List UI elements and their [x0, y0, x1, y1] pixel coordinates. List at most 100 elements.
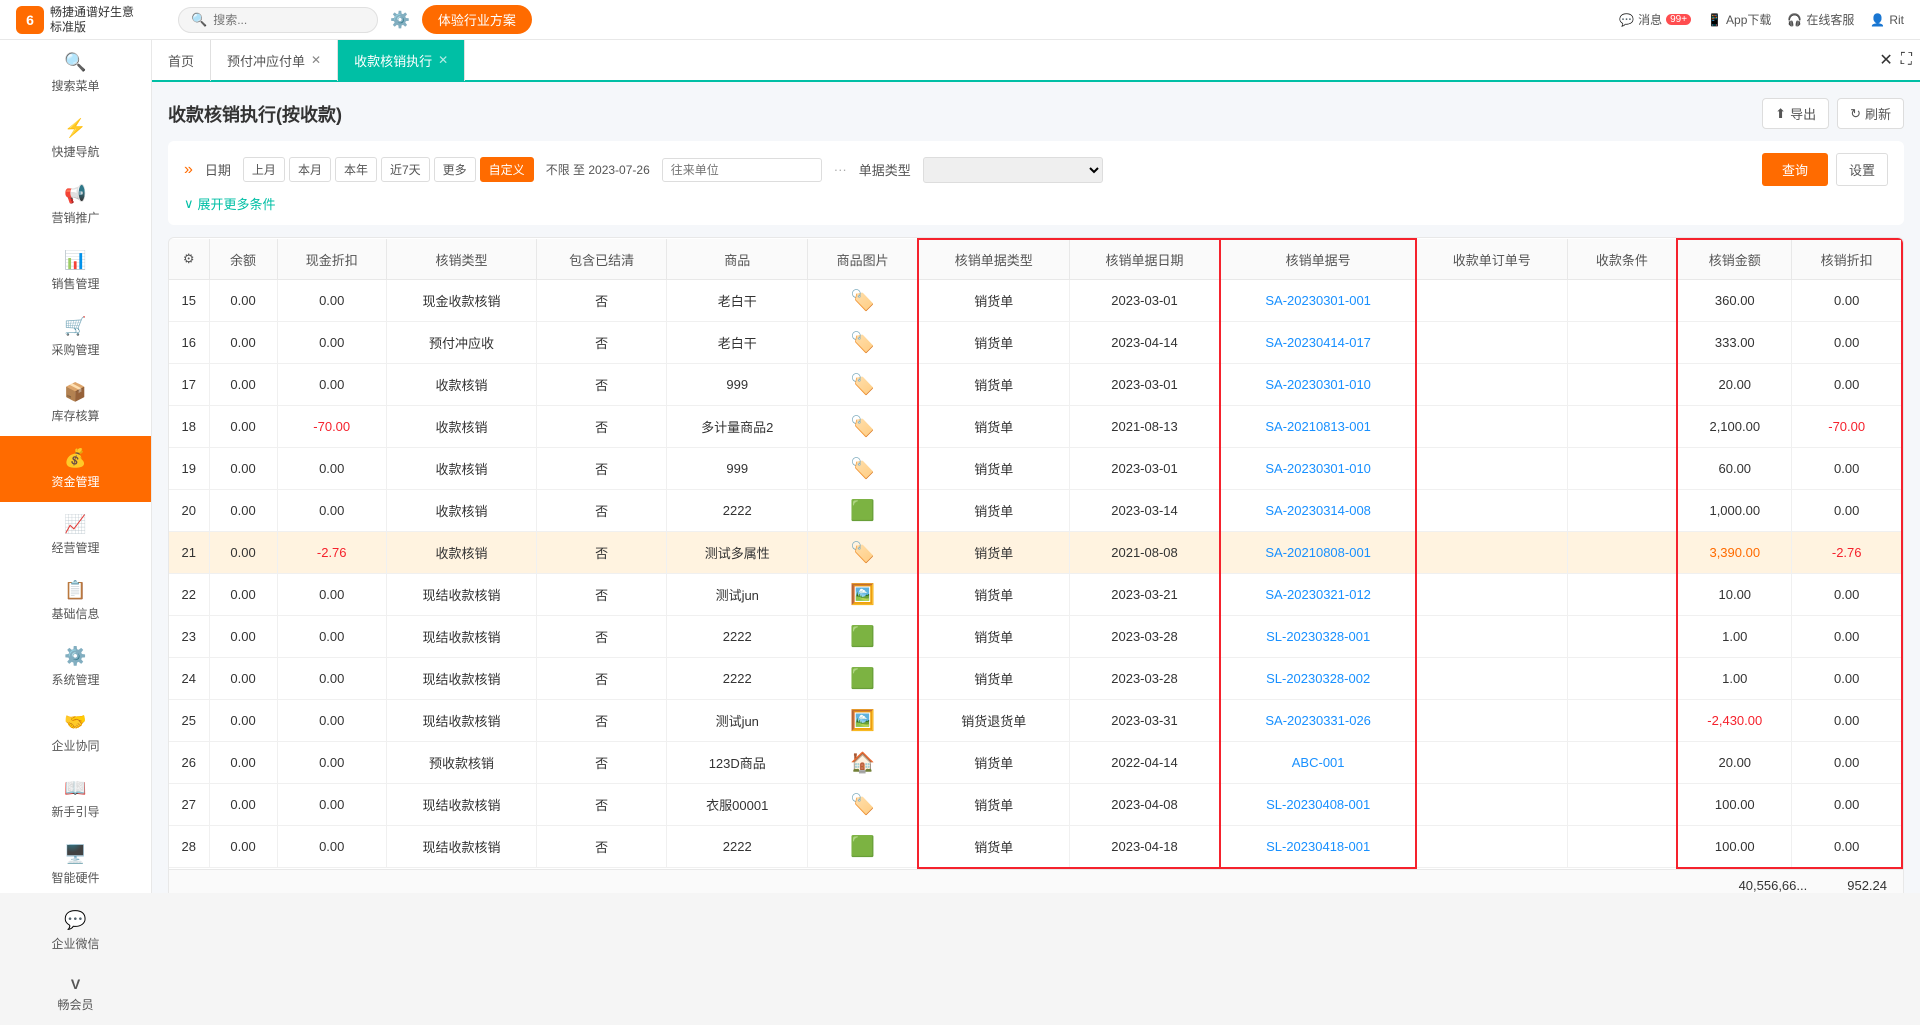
- sidebar-item-marketing[interactable]: 📢 营销推广: [0, 172, 151, 238]
- cell-cancel-bill-type: 销货单: [918, 658, 1069, 700]
- cell-goods-img: 🖼️: [808, 574, 918, 616]
- cell-cancel-discount: 0.00: [1792, 574, 1902, 616]
- date-btn-more[interactable]: 更多: [434, 157, 476, 182]
- cell-cancel-bill-no[interactable]: SA-20230314-008: [1220, 490, 1416, 532]
- user-info[interactable]: 👤 Rit: [1870, 13, 1904, 27]
- cell-id: 19: [169, 448, 209, 490]
- cell-include-settled: 否: [537, 280, 667, 322]
- cell-goods: 999: [667, 364, 808, 406]
- sidebar-item-label: 企业协同: [51, 737, 99, 754]
- sidebar-item-base-info[interactable]: 📋 基础信息: [0, 568, 151, 634]
- sidebar-item-wechat[interactable]: 💬 企业微信: [0, 898, 151, 964]
- cell-cancel-bill-no[interactable]: SA-20210808-001: [1220, 532, 1416, 574]
- cell-cancel-bill-no[interactable]: SA-20230301-001: [1220, 280, 1416, 322]
- tab-expand-icon[interactable]: ⛶: [1901, 51, 1912, 69]
- page-title: 收款核销执行(按收款): [168, 101, 342, 127]
- col-settings[interactable]: ⚙: [169, 239, 209, 280]
- sidebar-item-quicknav[interactable]: ⚡ 快捷导航: [0, 106, 151, 172]
- cell-cancel-bill-no[interactable]: SA-20230331-026: [1220, 700, 1416, 742]
- cell-goods-img: 🏷️: [808, 532, 918, 574]
- sidebar-item-member[interactable]: V 畅会员: [0, 964, 151, 1025]
- sidebar-item-cooperation[interactable]: 🤝 企业协同: [0, 700, 151, 766]
- filter-expand-icon[interactable]: »: [184, 161, 193, 179]
- cell-cancel-bill-no[interactable]: SL-20230328-001: [1220, 616, 1416, 658]
- service-group[interactable]: 🎧 在线客服: [1787, 11, 1854, 28]
- sidebar-item-guide[interactable]: 📖 新手引导: [0, 766, 151, 832]
- date-btn-custom[interactable]: 自定义: [480, 157, 534, 182]
- message-group[interactable]: 💬 消息 99+: [1619, 11, 1691, 28]
- inventory-icon: 📦: [64, 382, 86, 403]
- settings-icon[interactable]: ⚙️: [390, 10, 410, 30]
- partner-input[interactable]: [662, 158, 822, 182]
- sidebar-item-sales[interactable]: 📊 销售管理: [0, 238, 151, 304]
- sidebar-item-operations[interactable]: 📈 经营管理: [0, 502, 151, 568]
- cell-receipt-condition: [1567, 616, 1677, 658]
- cell-balance: 0.00: [209, 658, 277, 700]
- app-download-group[interactable]: 📱 App下载: [1707, 11, 1771, 28]
- col-cancel-bill-type: 核销单据类型: [918, 239, 1069, 280]
- cell-cancel-bill-no[interactable]: SA-20230321-012: [1220, 574, 1416, 616]
- cell-cancel-bill-no[interactable]: SA-20210813-001: [1220, 406, 1416, 448]
- cell-balance: 0.00: [209, 364, 277, 406]
- tab-close-all-icon[interactable]: ✕: [1879, 50, 1892, 70]
- cell-goods-img: 🏠: [808, 742, 918, 784]
- search-menu-icon: 🔍: [64, 52, 86, 73]
- sidebar-item-hardware[interactable]: 🖥️ 智能硬件: [0, 832, 151, 898]
- tab-home[interactable]: 首页: [152, 40, 211, 81]
- cell-goods-img: 🟩: [808, 826, 918, 868]
- cell-cancel-discount: 0.00: [1792, 784, 1902, 826]
- cell-cancel-bill-no[interactable]: SL-20230328-002: [1220, 658, 1416, 700]
- cell-cancel-amount: 360.00: [1677, 280, 1792, 322]
- sidebar-item-inventory[interactable]: 📦 库存核算: [0, 370, 151, 436]
- sidebar-item-system[interactable]: ⚙️ 系统管理: [0, 634, 151, 700]
- cell-cancel-type: 现结收款核销: [386, 700, 536, 742]
- search-box[interactable]: 🔍: [178, 7, 378, 33]
- tab-receipt-cancel-close[interactable]: ✕: [438, 53, 448, 67]
- refresh-button[interactable]: ↻ 刷新: [1837, 98, 1904, 129]
- cell-cancel-bill-no[interactable]: SL-20230418-001: [1220, 826, 1416, 868]
- cell-id: 28: [169, 826, 209, 868]
- settings-button[interactable]: 设置: [1836, 153, 1888, 186]
- col-receipt-condition: 收款条件: [1567, 239, 1677, 280]
- cell-goods: 老白干: [667, 322, 808, 364]
- date-btn-last-month[interactable]: 上月: [243, 157, 285, 182]
- search-input[interactable]: [213, 13, 353, 27]
- bill-type-select[interactable]: [923, 157, 1103, 183]
- export-button[interactable]: ⬆ 导出: [1762, 98, 1829, 129]
- cell-cancel-amount: 10.00: [1677, 574, 1792, 616]
- cell-cancel-bill-type: 销货单: [918, 280, 1069, 322]
- cell-receipt-order-no: [1416, 406, 1567, 448]
- cell-cancel-bill-no[interactable]: SA-20230301-010: [1220, 364, 1416, 406]
- cell-cancel-amount: 2,100.00: [1677, 406, 1792, 448]
- cell-cancel-bill-date: 2023-03-28: [1069, 616, 1220, 658]
- filter-row-2: ∨ 展开更多条件: [184, 194, 1888, 213]
- cell-receipt-order-no: [1416, 658, 1567, 700]
- cell-receipt-condition: [1567, 490, 1677, 532]
- cell-id: 18: [169, 406, 209, 448]
- cell-goods: 多计量商品2: [667, 406, 808, 448]
- tab-prepay[interactable]: 预付冲应付单 ✕: [211, 40, 338, 81]
- sidebar-item-finance[interactable]: 💰 资金管理: [0, 436, 151, 502]
- cell-cancel-bill-no[interactable]: ABC-001: [1220, 742, 1416, 784]
- cell-cancel-bill-no[interactable]: SA-20230414-017: [1220, 322, 1416, 364]
- cell-goods: 测试jun: [667, 700, 808, 742]
- sidebar-item-purchase[interactable]: 🛒 采购管理: [0, 304, 151, 370]
- date-btn-7days[interactable]: 近7天: [381, 157, 430, 182]
- expand-conditions-btn[interactable]: ∨ 展开更多条件: [184, 194, 276, 213]
- cell-cancel-bill-no[interactable]: SA-20230301-010: [1220, 448, 1416, 490]
- sidebar-item-search[interactable]: 🔍 搜索菜单: [0, 40, 151, 106]
- cell-cancel-bill-type: 销货单: [918, 322, 1069, 364]
- query-button[interactable]: 查询: [1762, 153, 1828, 186]
- table-row: 19 0.00 0.00 收款核销 否 999 🏷️ 销货单 2023-03-0…: [169, 448, 1902, 490]
- partner-more-icon[interactable]: ···: [834, 162, 847, 177]
- date-btn-this-month[interactable]: 本月: [289, 157, 331, 182]
- cell-balance: 0.00: [209, 742, 277, 784]
- cell-include-settled: 否: [537, 322, 667, 364]
- solution-button[interactable]: 体验行业方案: [422, 5, 532, 34]
- cell-cancel-amount: 20.00: [1677, 364, 1792, 406]
- tab-prepay-close[interactable]: ✕: [311, 53, 321, 67]
- cell-cancel-bill-date: 2023-03-28: [1069, 658, 1220, 700]
- date-btn-this-year[interactable]: 本年: [335, 157, 377, 182]
- tab-receipt-cancel[interactable]: 收款核销执行 ✕: [338, 40, 465, 81]
- cell-cancel-bill-no[interactable]: SL-20230408-001: [1220, 784, 1416, 826]
